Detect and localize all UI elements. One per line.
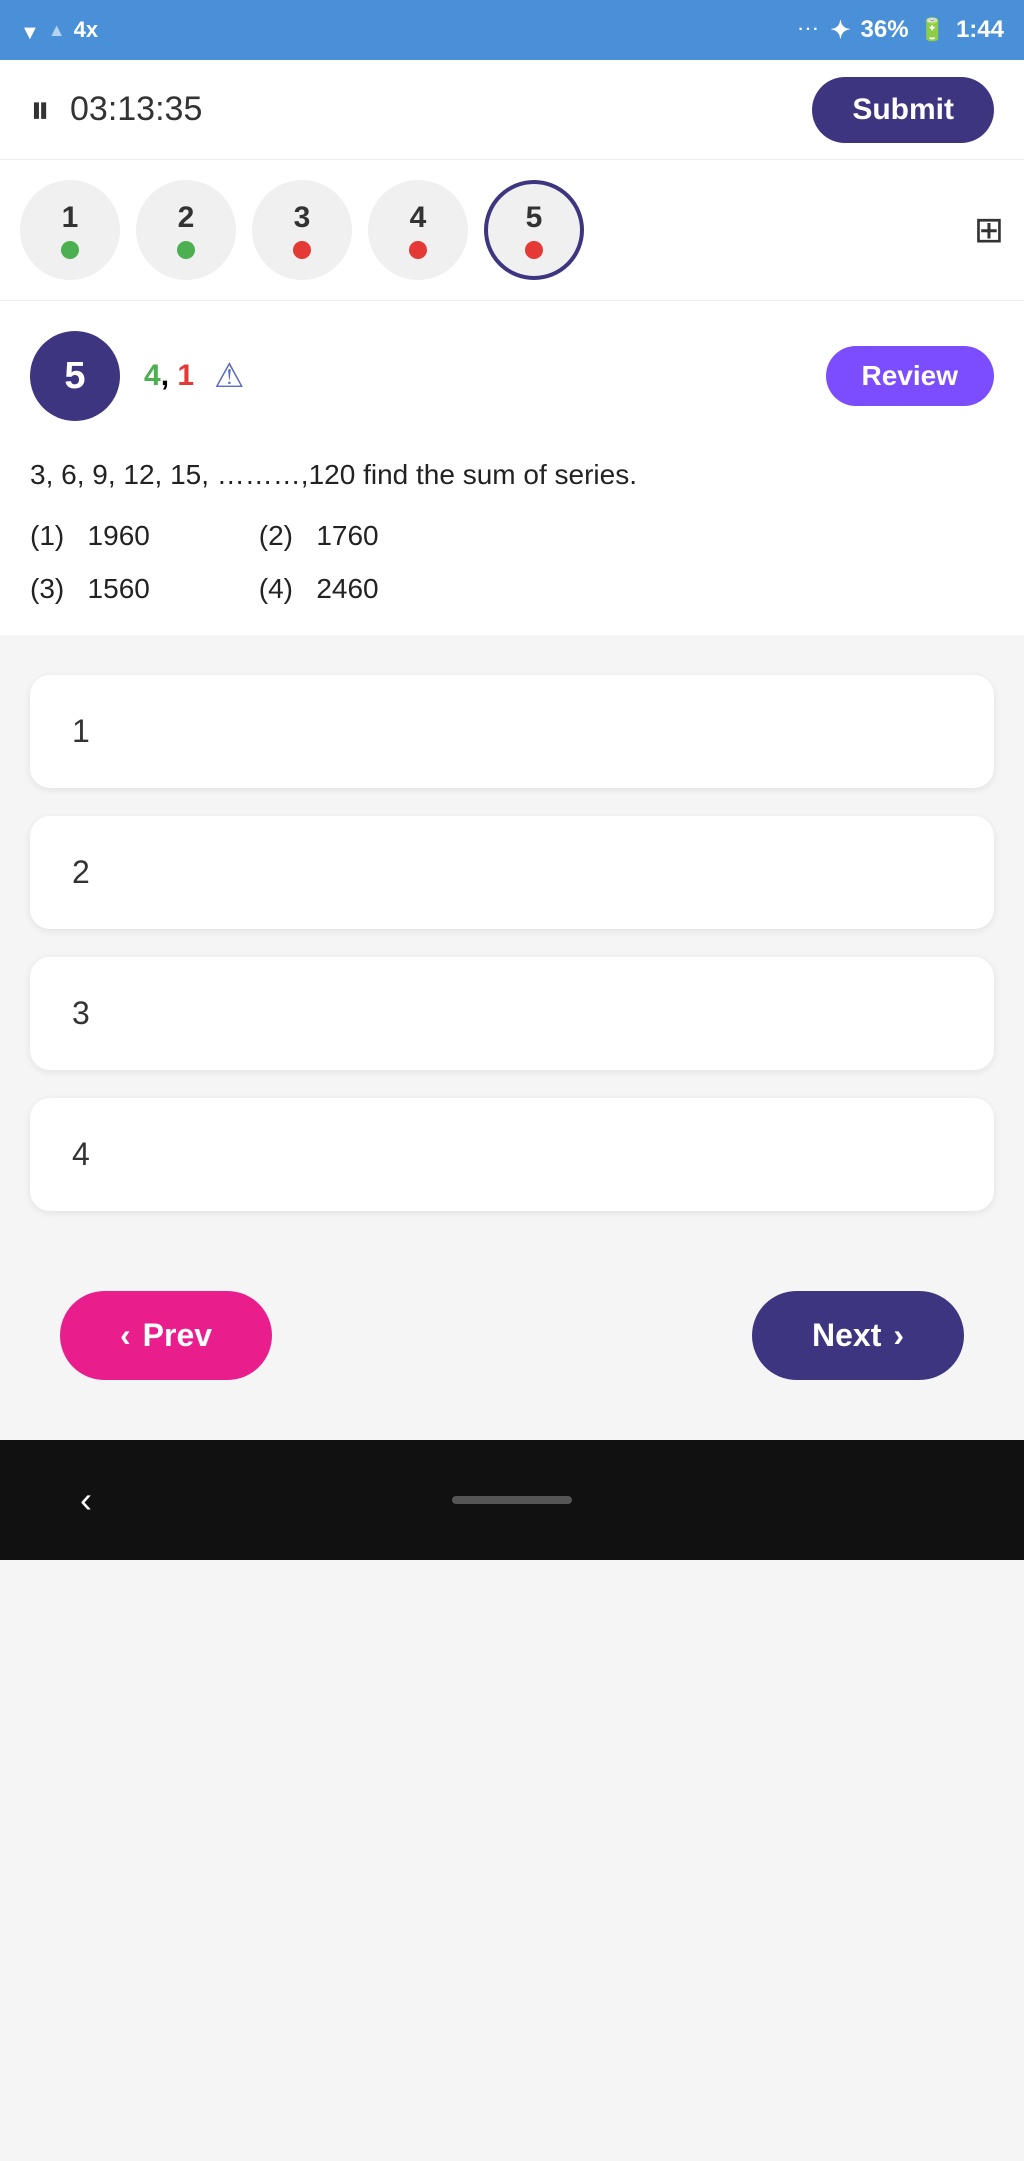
signal-icon: 4x — [74, 17, 98, 43]
top-bar-left: ⏸ 03:13:35 — [30, 90, 202, 130]
bluetooth-icon: ✦ — [830, 16, 850, 45]
grid-icon[interactable]: ⊞ — [974, 209, 1004, 251]
warning-icon: ⚠ — [214, 356, 244, 396]
score-negative: 1 — [177, 359, 194, 392]
next-button[interactable]: Next › — [752, 1291, 964, 1380]
question-header: 5 4, 1 ⚠ Review — [30, 331, 994, 421]
answer-1-label: 1 — [72, 713, 90, 750]
question-score: 4, 1 — [144, 359, 194, 393]
status-right: ··· ✦ 36% 🔋 1:44 — [798, 16, 1004, 45]
review-button[interactable]: Review — [826, 346, 995, 406]
back-icon[interactable]: ‹ — [80, 1479, 92, 1521]
signal-bars: ▲ — [48, 20, 66, 41]
answer-option-3[interactable]: 3 — [30, 957, 994, 1070]
nav-buttons: ‹ Prev Next › — [0, 1251, 1024, 1440]
nav-q4-number: 4 — [410, 201, 427, 235]
nav-question-2[interactable]: 2 — [136, 180, 236, 280]
status-bar: ▲ 4x ··· ✦ 36% 🔋 1:44 — [0, 0, 1024, 60]
answer-4-label: 4 — [72, 1136, 90, 1173]
answers-section: 1 2 3 4 — [0, 635, 1024, 1251]
answer-option-4[interactable]: 4 — [30, 1098, 994, 1211]
nav-q2-number: 2 — [178, 201, 195, 235]
prev-chevron-icon: ‹ — [120, 1317, 131, 1354]
clock: 1:44 — [956, 16, 1004, 44]
prev-label: Prev — [143, 1317, 212, 1354]
question-nav: 1 2 3 4 5 ⊞ — [0, 160, 1024, 301]
score-separator: , — [161, 359, 178, 392]
nav-question-3[interactable]: 3 — [252, 180, 352, 280]
answer-2-label: 2 — [72, 854, 90, 891]
score-positive: 4 — [144, 359, 161, 392]
nav-q5-dot — [525, 241, 543, 259]
nav-question-4[interactable]: 4 — [368, 180, 468, 280]
nav-q4-dot — [409, 241, 427, 259]
top-bar: ⏸ 03:13:35 Submit — [0, 60, 1024, 160]
question-number-circle: 5 — [30, 331, 120, 421]
option-2-label: (2) 1760 — [259, 520, 379, 551]
option-4-label: (4) 2460 — [259, 573, 379, 604]
question-section: 5 4, 1 ⚠ Review 3, 6, 9, 12, 15, ………,120… — [0, 301, 1024, 635]
bottom-nav-bar: ‹ — [0, 1440, 1024, 1560]
next-label: Next — [812, 1317, 881, 1354]
submit-button[interactable]: Submit — [812, 77, 994, 143]
answer-option-2[interactable]: 2 — [30, 816, 994, 929]
pause-button[interactable]: ⏸ — [30, 90, 50, 130]
nav-q3-dot — [293, 241, 311, 259]
nav-q1-number: 1 — [62, 201, 79, 235]
pause-icon: ⏸ — [30, 88, 50, 132]
next-chevron-icon: › — [893, 1317, 904, 1354]
prev-button[interactable]: ‹ Prev — [60, 1291, 272, 1380]
question-number: 5 — [64, 355, 85, 398]
wifi-icon — [20, 15, 40, 46]
battery-icon: 🔋 — [919, 17, 946, 43]
question-meta: 4, 1 ⚠ — [144, 356, 802, 396]
nav-question-1[interactable]: 1 — [20, 180, 120, 280]
nav-q3-number: 3 — [294, 201, 311, 235]
dots-icon: ··· — [798, 21, 820, 39]
nav-q1-dot — [61, 241, 79, 259]
question-text: 3, 6, 9, 12, 15, ………,120 find the sum of… — [30, 451, 994, 499]
question-options: (1) 1960 (2) 1760 (3) 1560 (4) 2460 — [30, 509, 994, 615]
option-3-label: (3) 1560 — [30, 573, 150, 604]
answer-option-1[interactable]: 1 — [30, 675, 994, 788]
answer-3-label: 3 — [72, 995, 90, 1032]
nav-q2-dot — [177, 241, 195, 259]
nav-question-5[interactable]: 5 — [484, 180, 584, 280]
option-1-label: (1) 1960 — [30, 520, 150, 551]
battery-percent: 36% — [861, 16, 909, 44]
home-indicator — [452, 1496, 572, 1504]
timer-display: 03:13:35 — [70, 90, 202, 129]
nav-q5-number: 5 — [526, 201, 543, 235]
status-left: ▲ 4x — [20, 15, 98, 46]
